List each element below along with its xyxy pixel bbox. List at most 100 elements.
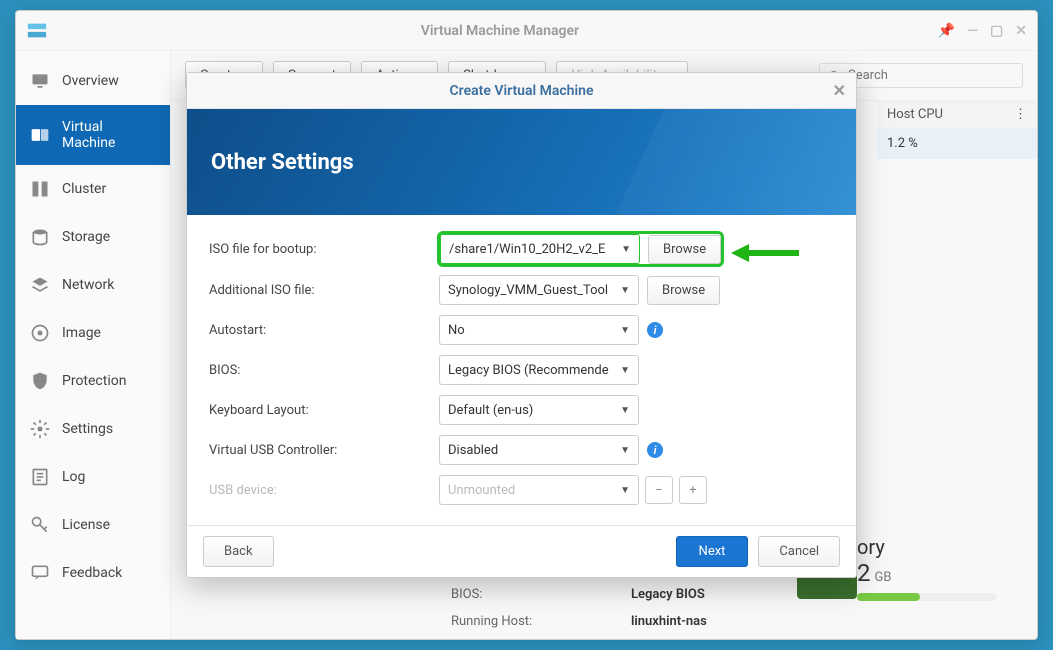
add-usb-button[interactable]: +: [679, 476, 707, 504]
network-icon: [30, 275, 50, 295]
bios-val: Legacy BIOS: [631, 587, 705, 602]
close-icon[interactable]: ✕: [1015, 23, 1027, 39]
cancel-button[interactable]: Cancel: [758, 536, 840, 567]
modal-title-text: Create Virtual Machine: [450, 83, 594, 99]
desktop: Virtual Machine Manager 📌 — ▢ ✕ Overview…: [0, 0, 1053, 650]
sidebar-item-feedback[interactable]: Feedback: [16, 549, 170, 597]
info-icon[interactable]: i: [647, 442, 663, 458]
memory-title: ory: [857, 535, 997, 559]
bios-select[interactable]: Legacy BIOS (Recommende▼: [439, 355, 639, 385]
next-button[interactable]: Next: [676, 536, 749, 567]
memory-unit: GB: [874, 570, 891, 585]
vm-detail-rows: BIOS:Legacy BIOS Running Host:linuxhint-…: [451, 581, 707, 635]
host-val: linuxhint-nas: [631, 614, 707, 629]
minimize-icon[interactable]: —: [967, 23, 978, 39]
modal-banner-text: Other Settings: [211, 150, 354, 175]
sidebar-item-label: Overview: [62, 73, 119, 89]
chevron-down-icon: ▼: [620, 485, 630, 496]
image-icon: [30, 323, 50, 343]
app-icon: [26, 20, 48, 42]
window-controls: 📌 — ▢ ✕: [938, 23, 1027, 39]
memory-value: 2: [857, 559, 871, 587]
gear-icon: [30, 419, 50, 439]
modal-footer: Back Next Cancel: [187, 525, 856, 577]
modal-body: ISO file for bootup: /share1/Win10_20H2_…: [187, 215, 856, 525]
usb-controller-label: Virtual USB Controller:: [209, 443, 439, 458]
sidebar-item-virtual-machine[interactable]: Virtual Machine: [16, 105, 170, 165]
sidebar-item-cluster[interactable]: Cluster: [16, 165, 170, 213]
row-keyboard: Keyboard Layout: Default (en-us)▼: [209, 395, 834, 425]
sidebar-item-settings[interactable]: Settings: [16, 405, 170, 453]
modal-close-icon[interactable]: ✕: [833, 81, 846, 100]
chevron-down-icon: ▼: [620, 405, 630, 416]
highlight-annotation: /share1/Win10_20H2_v2_E▼ Browse: [439, 233, 722, 265]
create-vm-modal: Create Virtual Machine ✕ Other Settings …: [186, 72, 857, 578]
sidebar-item-label: License: [62, 517, 110, 533]
key-icon: [30, 515, 50, 535]
additional-iso-select[interactable]: Synology_VMM_Guest_Tool▼: [439, 275, 639, 305]
sidebar-item-label: Virtual Machine: [62, 119, 156, 151]
autostart-select[interactable]: No▼: [439, 315, 639, 345]
sidebar-item-overview[interactable]: Overview: [16, 57, 170, 105]
memory-widget: ory 2 GB: [857, 535, 997, 601]
additional-iso-label: Additional ISO file:: [209, 283, 439, 298]
search-input[interactable]: [848, 68, 1014, 83]
protection-icon: [30, 371, 50, 391]
sidebar-item-storage[interactable]: Storage: [16, 213, 170, 261]
row-usb-controller: Virtual USB Controller: Disabled▼ i: [209, 435, 834, 465]
host-cpu-value: 1.2 %: [877, 128, 1037, 159]
overview-icon: [30, 71, 50, 91]
row-additional-iso: Additional ISO file: Synology_VMM_Guest_…: [209, 275, 834, 305]
iso-bootup-browse-button[interactable]: Browse: [648, 235, 721, 264]
vm-icon: [30, 125, 50, 145]
bios-key: BIOS:: [451, 587, 591, 602]
storage-icon: [30, 227, 50, 247]
sidebar-item-label: Cluster: [62, 181, 106, 197]
autostart-label: Autostart:: [209, 323, 439, 338]
additional-iso-browse-button[interactable]: Browse: [647, 276, 720, 305]
cluster-icon: [30, 179, 50, 199]
chevron-down-icon: ▼: [620, 285, 630, 296]
pin-icon[interactable]: 📌: [938, 23, 955, 39]
more-icon[interactable]: ⋮: [1014, 107, 1027, 122]
host-cpu-panel: Host CPU ⋮ 1.2 %: [877, 101, 1037, 159]
iso-bootup-label: ISO file for bootup:: [209, 242, 439, 257]
memory-bar: [857, 593, 997, 601]
sidebar-item-image[interactable]: Image: [16, 309, 170, 357]
sidebar-item-protection[interactable]: Protection: [16, 357, 170, 405]
sidebar-item-label: Protection: [62, 373, 126, 389]
sidebar-item-log[interactable]: Log: [16, 453, 170, 501]
host-cpu-header: Host CPU ⋮: [877, 101, 1037, 128]
chevron-down-icon: ▼: [620, 445, 630, 456]
usb-device-label: USB device:: [209, 483, 439, 498]
titlebar: Virtual Machine Manager 📌 — ▢ ✕: [16, 11, 1037, 51]
sidebar-item-label: Network: [62, 277, 114, 293]
sidebar: Overview Virtual Machine Cluster Storage…: [16, 51, 171, 639]
chevron-down-icon: ▼: [620, 325, 630, 336]
sidebar-item-label: Feedback: [62, 565, 122, 581]
keyboard-select[interactable]: Default (en-us)▼: [439, 395, 639, 425]
row-iso-bootup: ISO file for bootup: /share1/Win10_20H2_…: [209, 233, 834, 265]
iso-bootup-select[interactable]: /share1/Win10_20H2_v2_E▼: [440, 234, 640, 264]
row-usb-device: USB device: Unmounted▼ − +: [209, 475, 834, 505]
usb-device-select: Unmounted▼: [439, 475, 639, 505]
maximize-icon[interactable]: ▢: [990, 23, 1003, 39]
sidebar-item-network[interactable]: Network: [16, 261, 170, 309]
modal-titlebar: Create Virtual Machine ✕: [187, 73, 856, 109]
sidebar-item-label: Log: [62, 469, 85, 485]
sidebar-item-label: Image: [62, 325, 101, 341]
row-autostart: Autostart: No▼ i: [209, 315, 834, 345]
sidebar-item-label: Storage: [62, 229, 110, 245]
info-icon[interactable]: i: [647, 322, 663, 338]
feedback-icon: [30, 563, 50, 583]
log-icon: [30, 467, 50, 487]
app-window: Virtual Machine Manager 📌 — ▢ ✕ Overview…: [15, 10, 1038, 640]
row-bios: BIOS: Legacy BIOS (Recommende▼: [209, 355, 834, 385]
sidebar-item-label: Settings: [62, 421, 113, 437]
remove-usb-button[interactable]: −: [645, 476, 673, 504]
chevron-down-icon: ▼: [621, 244, 631, 255]
sidebar-item-license[interactable]: License: [16, 501, 170, 549]
back-button[interactable]: Back: [203, 536, 274, 567]
usb-controller-select[interactable]: Disabled▼: [439, 435, 639, 465]
keyboard-label: Keyboard Layout:: [209, 403, 439, 418]
